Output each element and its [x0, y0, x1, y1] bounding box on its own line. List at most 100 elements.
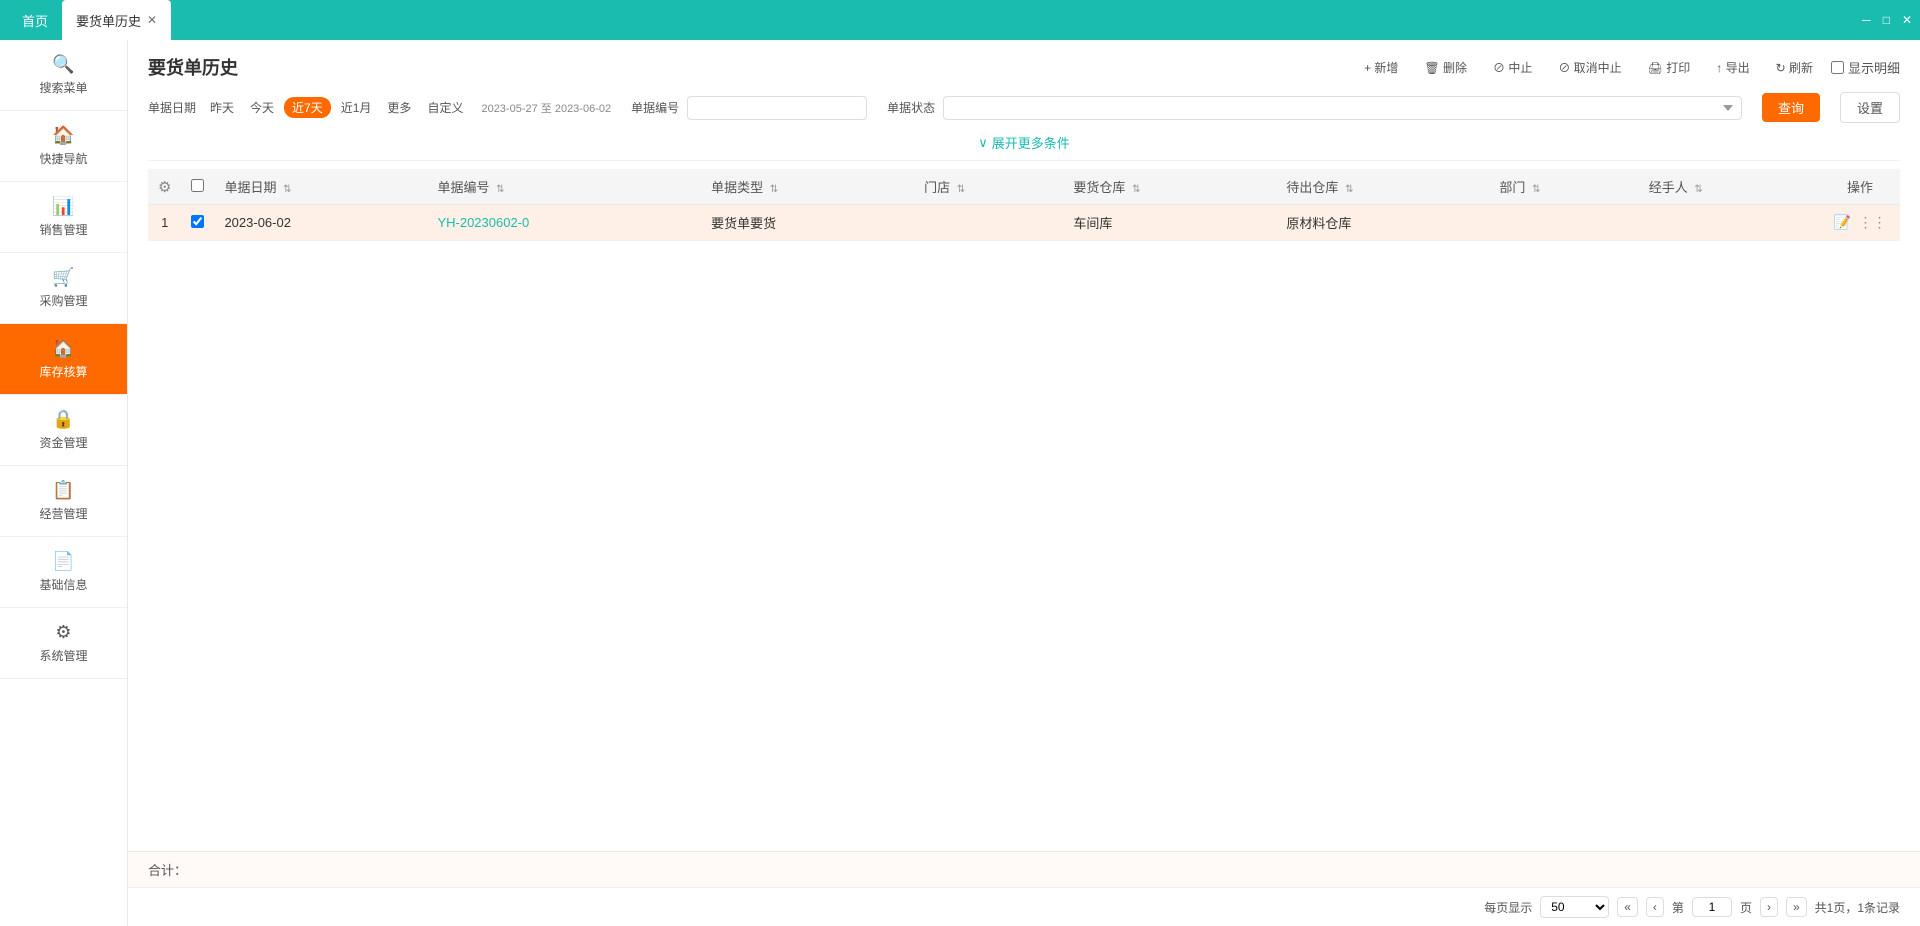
content-area: 要货单历史 + 新增 🗑 删除 ⊘ 中止 ⊘ 取消中止 🖨 打印 ↑ 导出 ↻ …: [128, 40, 1920, 926]
row-number-link[interactable]: YH-20230602-0: [437, 215, 529, 230]
minimize-btn[interactable]: ─: [1862, 13, 1871, 27]
close-tab-icon[interactable]: ✕: [147, 13, 157, 27]
close-window-btn[interactable]: ✕: [1902, 13, 1912, 27]
doc-status-label: 单据状态: [887, 99, 935, 116]
maximize-btn[interactable]: □: [1883, 13, 1890, 27]
row-checkbox[interactable]: [191, 215, 204, 228]
settings-filter-button[interactable]: 设置: [1840, 92, 1900, 123]
sidebar-item-basic-info[interactable]: 📄 基础信息: [0, 537, 127, 608]
search-icon: 🔍: [52, 54, 74, 75]
row-handler: [1639, 205, 1820, 241]
row-actions: 📝 ⋮⋮: [1820, 205, 1900, 241]
print-button[interactable]: 🖨 打印: [1640, 55, 1699, 80]
sidebar-item-purchase[interactable]: 🛒 采购管理: [0, 253, 127, 324]
pagination-total: 共1页，1条记录: [1815, 899, 1900, 916]
sort-type-icon[interactable]: ⇅: [770, 184, 778, 195]
sidebar-item-finance[interactable]: 🔒 资金管理: [0, 395, 127, 466]
refresh-button[interactable]: ↻ 刷新: [1768, 55, 1821, 80]
doc-number-label: 单据编号: [631, 99, 679, 116]
per-page-select[interactable]: 10 20 50 100: [1540, 896, 1609, 918]
display-detail-checkbox[interactable]: 显示明细: [1831, 58, 1900, 77]
expand-more-btn[interactable]: ∨ 展开更多条件: [148, 133, 1900, 152]
tab-requisition-history[interactable]: 要货单历史 ✕: [62, 0, 171, 40]
display-detail-input[interactable]: [1831, 61, 1844, 74]
stop-button[interactable]: ⊘ 中止: [1485, 55, 1540, 80]
cancel-stop-button[interactable]: ⊘ 取消中止: [1550, 55, 1629, 80]
query-button[interactable]: 查询: [1762, 93, 1820, 122]
lock-icon: 🔒: [52, 409, 74, 430]
date-btn-custom[interactable]: 自定义: [421, 97, 469, 118]
row-checkbox-cell: [181, 205, 214, 241]
col-action: 操作: [1820, 169, 1900, 205]
col-store: 门店 ⇅: [914, 169, 1063, 205]
row-dept: [1489, 205, 1638, 241]
operations-icon: 📋: [52, 480, 74, 501]
sidebar-item-quick-nav[interactable]: 🏠 快捷导航: [0, 111, 127, 182]
tab-home[interactable]: 首页: [8, 0, 62, 40]
select-all-checkbox[interactable]: [191, 179, 204, 192]
sidebar-item-sales[interactable]: 📊 销售管理: [0, 182, 127, 253]
doc-status-select[interactable]: [943, 96, 1742, 120]
sidebar-item-inventory[interactable]: 🏠 库存核算: [0, 324, 127, 395]
date-range-text: 2023-05-27 至 2023-06-02: [481, 100, 611, 116]
table-area: ⚙ 单据日期 ⇅ 单据编号 ⇅: [128, 169, 1920, 851]
row-pending-warehouse: 原材料仓库: [1276, 205, 1489, 241]
sidebar-item-operations[interactable]: 📋 经营管理: [0, 466, 127, 537]
new-button[interactable]: + 新增: [1356, 55, 1406, 80]
inventory-icon: 🏠: [52, 338, 74, 359]
row-store: [914, 205, 1063, 241]
first-page-btn[interactable]: «: [1617, 897, 1638, 917]
page-input[interactable]: [1692, 897, 1732, 917]
export-button[interactable]: ↑ 导出: [1708, 55, 1757, 80]
row-date: 2023-06-02: [214, 205, 427, 241]
cart-icon: 🛒: [52, 267, 74, 288]
row-type: 要货单要货: [701, 205, 914, 241]
page-header: 要货单历史 + 新增 🗑 删除 ⊘ 中止 ⊘ 取消中止 🖨 打印 ↑ 导出 ↻ …: [128, 40, 1920, 80]
doc-number-input[interactable]: [687, 96, 867, 120]
last-page-btn[interactable]: »: [1786, 897, 1807, 917]
pagination: 每页显示 10 20 50 100 « ‹ 第 页 › » 共1页，1条记录: [128, 887, 1920, 926]
sidebar: 🔍 搜索菜单 🏠 快捷导航 📊 销售管理 🛒 采购管理 🏠 库存核算 🔒 资金管…: [0, 40, 128, 926]
sidebar-item-system[interactable]: ⚙ 系统管理: [0, 608, 127, 679]
col-handler: 经手人 ⇅: [1639, 169, 1820, 205]
sort-number-icon[interactable]: ⇅: [496, 184, 504, 195]
sort-pending-warehouse-icon[interactable]: ⇅: [1345, 184, 1353, 195]
sidebar-label-basic-info: 基础信息: [39, 576, 87, 593]
table-header: ⚙ 单据日期 ⇅ 单据编号 ⇅: [148, 169, 1900, 205]
gear-icon: ⚙: [55, 622, 71, 643]
chevron-down-icon: ∨: [978, 135, 988, 151]
page-title: 要货单历史: [148, 54, 238, 80]
chart-icon: 📊: [52, 196, 74, 217]
prev-page-btn[interactable]: ‹: [1646, 897, 1664, 917]
sidebar-label-quick-nav: 快捷导航: [39, 150, 87, 167]
sidebar-label-system: 系统管理: [39, 647, 87, 664]
table-settings-icon[interactable]: ⚙: [158, 179, 171, 196]
sort-dept-icon[interactable]: ⇅: [1532, 184, 1540, 195]
date-btn-yesterday[interactable]: 昨天: [204, 97, 240, 118]
row-edit-icon[interactable]: 📝: [1833, 214, 1850, 230]
date-btn-today[interactable]: 今天: [244, 97, 280, 118]
sidebar-label-purchase: 采购管理: [39, 292, 87, 309]
row-more-icon[interactable]: ⋮⋮: [1859, 214, 1887, 230]
page-label: 第: [1672, 899, 1684, 916]
per-page-label: 每页显示: [1484, 899, 1532, 916]
sidebar-item-search-menu[interactable]: 🔍 搜索菜单: [0, 40, 127, 111]
date-btn-more[interactable]: 更多: [381, 97, 417, 118]
sort-req-warehouse-icon[interactable]: ⇅: [1132, 184, 1140, 195]
filter-area: 单据日期 昨天 今天 近7天 近1月 更多 自定义 2023-05-27 至 2…: [128, 80, 1920, 169]
doc-number-filter-group: 单据编号: [631, 96, 867, 120]
col-checkbox: [181, 169, 214, 205]
footer-summary: 合计：: [128, 851, 1920, 887]
data-table: ⚙ 单据日期 ⇅ 单据编号 ⇅: [148, 169, 1900, 241]
sort-store-icon[interactable]: ⇅: [957, 184, 965, 195]
date-btn-7days[interactable]: 近7天: [284, 97, 331, 118]
date-btn-1month[interactable]: 近1月: [335, 97, 378, 118]
delete-button[interactable]: 🗑 删除: [1416, 55, 1475, 80]
doc-status-filter-group: 单据状态: [887, 96, 1742, 120]
sort-date-icon[interactable]: ⇅: [283, 184, 291, 195]
next-page-btn[interactable]: ›: [1760, 897, 1778, 917]
sort-handler-icon[interactable]: ⇅: [1694, 184, 1702, 195]
main-layout: 🔍 搜索菜单 🏠 快捷导航 📊 销售管理 🛒 采购管理 🏠 库存核算 🔒 资金管…: [0, 40, 1920, 926]
toolbar: + 新增 🗑 删除 ⊘ 中止 ⊘ 取消中止 🖨 打印 ↑ 导出 ↻ 刷新 显示明…: [1356, 55, 1900, 80]
sidebar-label-finance: 资金管理: [39, 434, 87, 451]
